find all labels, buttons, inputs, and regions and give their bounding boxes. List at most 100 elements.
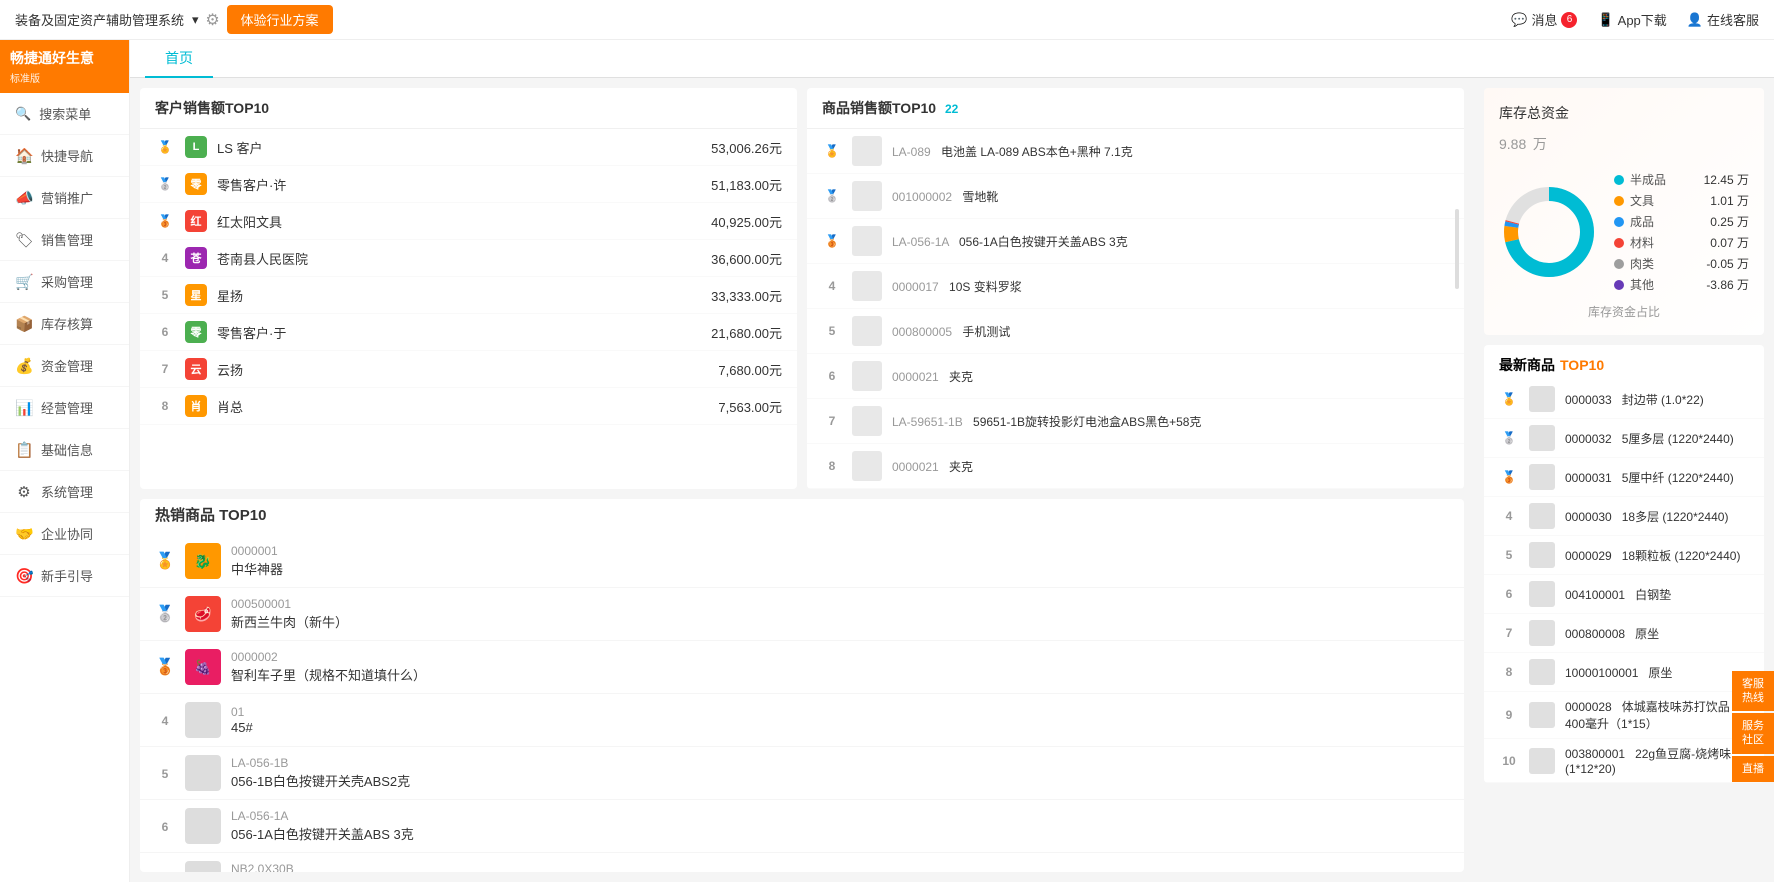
table-row: 6 零 零售客户·于 21,680.00元	[140, 314, 797, 351]
product-info: 0000001 中华神器	[231, 544, 1449, 578]
sidebar-item-operations[interactable]: 📊 经营管理	[0, 387, 129, 429]
legend-item: 其他 -3.86 万	[1614, 276, 1749, 293]
scrollbar[interactable]	[1455, 209, 1459, 289]
sidebar-label-basic: 基础信息	[41, 440, 93, 459]
legend-value: -3.86 万	[1706, 276, 1749, 293]
sidebar-label-guide: 新手引导	[41, 566, 93, 585]
rank: 6	[155, 819, 175, 834]
product-info: 000500001 新西兰牛肉（新牛）	[231, 597, 1449, 631]
community-button[interactable]: 服务社区	[1732, 713, 1774, 754]
table-row: 8 肖 肖总 7,563.00元	[140, 388, 797, 425]
sidebar: 畅捷通好生意 标准版 🔍 搜索菜单 🏠 快捷导航 📣 营销推广 🏷 销售管理 🛒…	[0, 40, 130, 882]
trial-button[interactable]: 体验行业方案	[227, 5, 333, 34]
sales-icon: 🏷	[15, 231, 33, 249]
product-image	[185, 755, 221, 791]
product-info: 0000017 10S 变料罗浆	[892, 278, 1449, 295]
sidebar-item-enterprise[interactable]: 🤝 企业协同	[0, 513, 129, 555]
product-info: NB2.0X30B 2.0X30MM双搓花轴,搓花直径2.1MM/ROHS	[231, 862, 1449, 872]
table-row: 8 0000021 夹克	[807, 444, 1464, 489]
search-menu-item[interactable]: 🔍 搜索菜单	[0, 93, 129, 135]
product-info: 0000021 夹克	[892, 458, 1449, 475]
sidebar-item-finance[interactable]: 💰 资金管理	[0, 345, 129, 387]
rank: 🥈	[155, 604, 175, 624]
product-image: 🥩	[185, 596, 221, 632]
product-info: 01 45#	[231, 705, 1449, 735]
sidebar-item-guide[interactable]: 🎯 新手引导	[0, 555, 129, 597]
app-download-button[interactable]: 📱 App下载	[1597, 10, 1666, 29]
notification-button[interactable]: 💬 消息 6	[1511, 10, 1577, 29]
rank-badge: 星	[185, 284, 207, 306]
customer-ranking-title: 客户销售额TOP10	[140, 88, 797, 129]
list-item: 7 NB2.0X30B 2.0X30MM双搓花轴,搓花直径2.1MM/ROHS	[140, 853, 1464, 872]
new-products-header: 最新商品 TOP10	[1484, 345, 1764, 380]
logo-subtitle: 标准版	[10, 70, 40, 85]
sidebar-item-quick-nav[interactable]: 🏠 快捷导航	[0, 135, 129, 177]
product-code: 0000002	[231, 650, 1449, 664]
rank-badge: 零	[185, 321, 207, 343]
sidebar-item-inventory[interactable]: 📦 库存核算	[0, 303, 129, 345]
tab-home[interactable]: 首页	[145, 40, 213, 79]
rank-number: 5	[822, 324, 842, 338]
table-row: 7 云 云扬 7,680.00元	[140, 351, 797, 388]
product-code: LA-056-1B	[231, 756, 1449, 770]
legend-value: -0.05 万	[1706, 255, 1749, 272]
hot-products-card: 热销商品 TOP10 🏅 🐉 0000001 中华神器 🥈	[140, 499, 1464, 872]
rank-number: 5	[155, 288, 175, 302]
customer-service-button[interactable]: 客服热线	[1732, 671, 1774, 712]
product-image	[852, 181, 882, 211]
system-selector[interactable]: 装备及固定资产辅助管理系统 ▾	[15, 10, 199, 29]
rank-name: 零售客户·于	[217, 323, 701, 342]
new-products-card: 最新商品 TOP10 🏅 0000033 封边带 (1.0*22) 🥈 0	[1484, 345, 1764, 783]
right-panel: 库存总资金 9.88 万	[1474, 78, 1774, 882]
sidebar-item-sales[interactable]: 🏷 销售管理	[0, 219, 129, 261]
sidebar-item-system[interactable]: ⚙ 系统管理	[0, 471, 129, 513]
rank-name: 红太阳文具	[217, 212, 701, 231]
settings-button[interactable]: ⚙	[199, 6, 227, 34]
rank-amount: 36,600.00元	[711, 249, 782, 268]
table-row: 🥈 001000002 雪地靴	[807, 174, 1464, 219]
logo-area: 畅捷通好生意 标准版	[0, 40, 129, 93]
float-buttons: 客服热线 服务社区 直播	[1732, 671, 1774, 782]
product-image	[1529, 581, 1555, 607]
product-image	[1529, 702, 1555, 728]
guide-icon: 🎯	[15, 567, 33, 585]
product-info: 0000002 智利车子里（规格不知道填什么）	[231, 650, 1449, 684]
rank-number: 🥉	[822, 234, 842, 248]
sidebar-label-operations: 经营管理	[41, 398, 93, 417]
legend-item: 材料 0.07 万	[1614, 234, 1749, 251]
legend-label: 材料	[1630, 234, 1704, 251]
donut-chart	[1499, 182, 1599, 282]
sidebar-item-marketing[interactable]: 📣 营销推广	[0, 177, 129, 219]
live-button[interactable]: 直播	[1732, 756, 1774, 782]
sidebar-item-basic[interactable]: 📋 基础信息	[0, 429, 129, 471]
enterprise-icon: 🤝	[15, 525, 33, 543]
product-image	[1529, 386, 1555, 412]
table-row: 6 0000021 夹克	[807, 354, 1464, 399]
table-row: 5 星 星扬 33,333.00元	[140, 277, 797, 314]
rank: 8	[1499, 665, 1519, 679]
product-name: 新西兰牛肉（新牛）	[231, 612, 1449, 631]
sidebar-item-purchase[interactable]: 🛒 采购管理	[0, 261, 129, 303]
sidebar-label-purchase: 采购管理	[41, 272, 93, 291]
online-service-button[interactable]: 👤 在线客服	[1687, 10, 1759, 29]
products-ranking-list: 🏅 LA-089 电池盖 LA-089 ABS本色+黑种 7.1克 🥈	[807, 129, 1464, 489]
new-products-list: 🏅 0000033 封边带 (1.0*22) 🥈 0000032 5厘多层 (1…	[1484, 380, 1764, 783]
rank-name: 苍南县人民医院	[217, 249, 701, 268]
product-name: 10000100001 原坐	[1565, 664, 1749, 681]
sidebar-label-quick-nav: 快捷导航	[41, 146, 93, 165]
rank-name: 肖总	[217, 397, 708, 416]
dashboard: 客户销售额TOP10 🏅 L LS 客户 53,006.26元 🥈 零	[130, 78, 1774, 882]
list-item: 9 0000028 体城嘉枝味苏打饮品400毫升（1*15）	[1484, 692, 1764, 739]
chart-legend: 半成品 12.45 万 文具 1.01 万 成品 0	[1614, 171, 1749, 293]
finance-icon: 💰	[15, 357, 33, 375]
notification-icon: 💬	[1511, 12, 1527, 28]
product-info: 000800005 手机测试	[892, 323, 1449, 340]
table-row: 🥉 LA-056-1A 056-1A白色按键开关盖ABS 3克	[807, 219, 1464, 264]
rank-badge: 云	[185, 358, 207, 380]
basic-icon: 📋	[15, 441, 33, 459]
logo-title: 畅捷通好生意	[10, 48, 94, 68]
product-image	[1529, 748, 1555, 774]
rank: 6	[1499, 587, 1519, 601]
rank-number: 6	[155, 325, 175, 339]
marketing-icon: 📣	[15, 189, 33, 207]
